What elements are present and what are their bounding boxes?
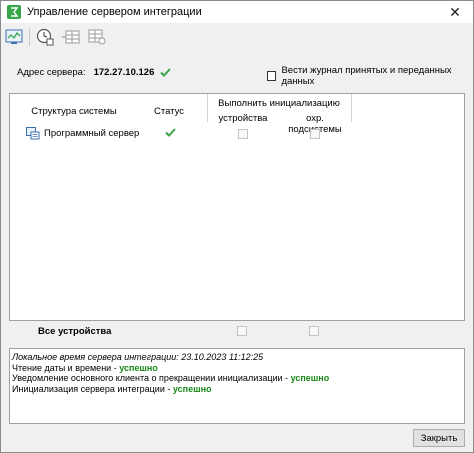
log-option-label: Вести журнал принятых и переданных данны… <box>281 65 452 87</box>
log-line: Чтение даты и времени - успешно <box>12 362 158 373</box>
column-divider <box>351 94 352 122</box>
status-success: успешно <box>290 373 330 383</box>
header-devices: устройства <box>218 113 268 124</box>
close-icon: ✕ <box>449 3 461 20</box>
header-init-group: Выполнить инициализацию <box>218 98 340 109</box>
log-line: Инициализация сервера интеграции - успеш… <box>12 383 212 394</box>
title-bar: Управление сервером интеграции ✕ <box>1 1 473 23</box>
status-ok-icon <box>165 128 176 137</box>
header-status: Статус <box>153 106 185 117</box>
tree-row-label: Программный сервер <box>44 128 140 139</box>
window-close-button[interactable]: ✕ <box>441 2 469 22</box>
toolbar-separator <box>29 28 30 46</box>
app-icon <box>7 5 21 19</box>
server-monitor-icon <box>5 29 23 44</box>
toolbar <box>1 24 474 50</box>
status-success: успешно <box>119 362 158 373</box>
clock-settings-icon <box>36 28 54 46</box>
log-option-checkbox[interactable] <box>267 71 277 81</box>
add-to-grid-button[interactable] <box>60 26 82 48</box>
system-structure-grid: Структура системы Статус Выполнить иници… <box>9 93 465 321</box>
server-address-row: Адрес сервера: 172.27.10.126 <box>17 67 172 78</box>
log-line: Уведомление основного клиента о прекраще… <box>12 373 330 383</box>
status-success: успешно <box>172 383 212 394</box>
server-address-label: Адрес сервера: <box>17 67 86 78</box>
window-title: Управление сервером интеграции <box>27 6 202 18</box>
server-monitor-button[interactable] <box>3 26 25 48</box>
all-devices-init-checkbox[interactable] <box>237 326 247 336</box>
header-structure: Структура системы <box>31 106 117 117</box>
integration-server-window: Управление сервером интеграции ✕ Адрес с… <box>0 0 474 453</box>
log-option[interactable]: Вести журнал принятых и переданных данны… <box>267 65 473 87</box>
check-icon <box>160 68 172 77</box>
tree-row-software-server[interactable]: Программный сервер <box>26 127 139 140</box>
all-security-init-checkbox[interactable] <box>309 326 319 336</box>
log-line: Локальное время сервера интеграции: 23.1… <box>12 352 264 362</box>
server-address-value: 172.27.10.126 <box>93 67 155 78</box>
server-tree-icon <box>26 127 40 140</box>
all-devices-row: Все устройства <box>9 321 465 343</box>
clock-settings-button[interactable] <box>34 26 56 48</box>
grid-settings-icon <box>88 29 106 45</box>
all-devices-label: Все устройства <box>38 326 112 337</box>
init-devices-checkbox[interactable] <box>238 129 248 139</box>
event-log: Локальное время сервера интеграции: 23.1… <box>9 348 465 424</box>
init-security-checkbox[interactable] <box>310 129 320 139</box>
close-button[interactable]: Закрыть <box>413 429 465 447</box>
grid-settings-button[interactable] <box>86 26 108 48</box>
add-to-grid-icon <box>62 30 80 44</box>
